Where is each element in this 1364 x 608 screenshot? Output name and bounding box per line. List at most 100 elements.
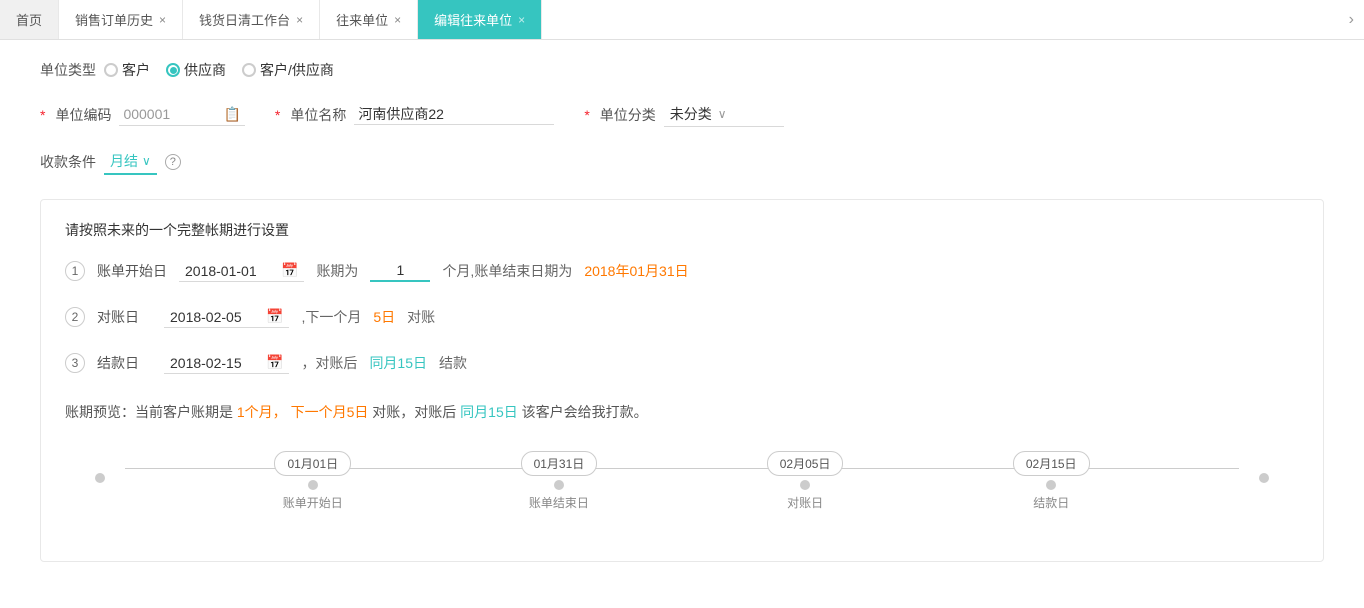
tab-edit-partner-close[interactable]: × bbox=[518, 13, 525, 27]
timeline-point-3: 02月05日 对账日 bbox=[767, 451, 844, 511]
timeline-desc-1: 账单开始日 bbox=[283, 494, 343, 511]
tab-partner-close[interactable]: × bbox=[394, 13, 401, 27]
timeline-desc-4: 结款日 bbox=[1033, 494, 1069, 511]
period-row-1-cal-icon[interactable]: 📅 bbox=[281, 262, 298, 279]
unit-code-star: * bbox=[40, 107, 45, 123]
timeline-desc-2: 账单结束日 bbox=[529, 494, 589, 511]
unit-type-row: 单位类型 客户 供应商 客户/供应商 bbox=[40, 60, 1324, 80]
period-row-2: 2 对账日 📅 ,下一个月 5日 对账 bbox=[65, 306, 1299, 328]
period-row-1-date-input[interactable] bbox=[185, 263, 275, 279]
unit-info-row: * 单位编码 📋 * 单位名称 * 单位分类 未分类 ∨ bbox=[40, 102, 1324, 127]
period-row-3-label: 结款日 bbox=[97, 353, 152, 373]
period-row-2-label: 对账日 bbox=[97, 307, 152, 327]
timeline-label-4: 02月15日 bbox=[1013, 451, 1090, 476]
preview-mid: 对账，对账后 bbox=[372, 404, 456, 420]
tab-home[interactable]: 首页 bbox=[0, 0, 59, 39]
period-row-2-highlight-day: 5日 bbox=[373, 307, 395, 327]
timeline-label-2: 01月31日 bbox=[521, 451, 598, 476]
radio-supplier-label: 供应商 bbox=[184, 60, 226, 80]
unit-code-input[interactable] bbox=[123, 106, 223, 122]
timeline-point-4: 02月15日 结款日 bbox=[1013, 451, 1090, 511]
period-row-3: 3 结款日 📅 ，对账后 同月15日 结款 bbox=[65, 352, 1299, 374]
preview-section: 账期预览：当前客户账期是 1个月， 下一个月5日 对账，对账后 同月15日 该客… bbox=[65, 384, 1299, 441]
period-row-2-cal-icon[interactable]: 📅 bbox=[266, 308, 283, 325]
timeline-point-2: 01月31日 账单结束日 bbox=[521, 451, 598, 511]
unit-category-label: 单位分类 bbox=[600, 105, 656, 125]
unit-name-input[interactable] bbox=[354, 104, 554, 125]
tab-cash-work-label: 钱货日清工作台 bbox=[199, 10, 290, 29]
payment-value: 月结 bbox=[110, 151, 138, 171]
payment-chevron: ∨ bbox=[142, 154, 151, 168]
help-icon[interactable]: ? bbox=[165, 154, 181, 170]
period-row-2-date-input[interactable] bbox=[170, 309, 260, 325]
tab-edit-partner-label: 编辑往来单位 bbox=[434, 10, 512, 29]
preview-end: 该客户会给我打款。 bbox=[522, 404, 648, 420]
tab-bar: 首页 销售订单历史 × 钱货日清工作台 × 往来单位 × 编辑往来单位 × › bbox=[0, 0, 1364, 40]
tab-home-label: 首页 bbox=[16, 10, 42, 29]
timeline-label-3: 02月05日 bbox=[767, 451, 844, 476]
tab-sales-history-label: 销售订单历史 bbox=[75, 10, 153, 29]
unit-code-label: 单位编码 bbox=[55, 105, 111, 125]
period-card: 请按照未来的一个完整帐期进行设置 1 账单开始日 📅 账期为 个月,账单结束日期… bbox=[40, 199, 1324, 562]
period-row-3-cal-icon[interactable]: 📅 bbox=[266, 354, 283, 371]
period-row-1-month-unit: 个月,账单结束日期为 bbox=[442, 261, 572, 281]
tab-sales-history-close[interactable]: × bbox=[159, 13, 166, 27]
preview-part3: 同月15日 bbox=[460, 404, 518, 420]
unit-name-star: * bbox=[275, 107, 280, 123]
period-row-1: 1 账单开始日 📅 账期为 个月,账单结束日期为 2018年01月31日 bbox=[65, 260, 1299, 282]
unit-type-group: 单位类型 客户 供应商 客户/供应商 bbox=[40, 60, 334, 80]
unit-category-star: * bbox=[584, 107, 589, 123]
timeline-points: 01月01日 账单开始日 01月31日 账单结束日 02月05日 对账日 02月… bbox=[95, 451, 1269, 511]
radio-customer-label: 客户 bbox=[122, 60, 150, 80]
payment-row: 收款条件 月结 ∨ ? bbox=[40, 149, 1324, 175]
payment-label: 收款条件 bbox=[40, 152, 96, 172]
period-row-2-date-wrapper: 📅 bbox=[164, 306, 289, 328]
unit-category-group: * 单位分类 未分类 ∨ bbox=[584, 102, 783, 127]
period-title: 请按照未来的一个完整帐期进行设置 bbox=[65, 220, 1299, 240]
tab-sales-history[interactable]: 销售订单历史 × bbox=[59, 0, 183, 39]
radio-supplier-circle bbox=[166, 63, 180, 77]
tab-partner[interactable]: 往来单位 × bbox=[320, 0, 418, 39]
main-content: 单位类型 客户 供应商 客户/供应商 * 单位编码 bbox=[0, 40, 1364, 608]
radio-both[interactable]: 客户/供应商 bbox=[242, 60, 334, 80]
preview-part1: 1个月， bbox=[237, 404, 287, 420]
timeline-dot-3 bbox=[800, 480, 810, 490]
period-row-3-date-wrapper: 📅 bbox=[164, 352, 289, 374]
unit-category-select[interactable]: 未分类 ∨ bbox=[664, 102, 784, 127]
radio-customer-circle bbox=[104, 63, 118, 77]
tab-arrow[interactable]: › bbox=[1339, 0, 1364, 39]
tab-partner-label: 往来单位 bbox=[336, 10, 388, 29]
radio-both-circle bbox=[242, 63, 256, 77]
timeline-dot-1 bbox=[308, 480, 318, 490]
timeline-dot-2 bbox=[554, 480, 564, 490]
unit-category-chevron: ∨ bbox=[718, 107, 727, 121]
radio-group: 客户 供应商 客户/供应商 bbox=[104, 60, 334, 80]
period-row-2-number: 2 bbox=[65, 307, 85, 327]
period-row-1-number: 1 bbox=[65, 261, 85, 281]
period-row-1-month-input[interactable] bbox=[370, 260, 430, 282]
timeline-dot-4 bbox=[1046, 480, 1056, 490]
tab-cash-work[interactable]: 钱货日清工作台 × bbox=[183, 0, 320, 39]
preview-label: 账期预览：当前客户账期是 bbox=[65, 404, 233, 420]
radio-customer[interactable]: 客户 bbox=[104, 60, 150, 80]
unit-name-label: 单位名称 bbox=[290, 105, 346, 125]
period-row-1-highlight-date: 2018年01月31日 bbox=[584, 261, 688, 281]
period-row-2-suffix: 对账 bbox=[407, 307, 435, 327]
payment-select[interactable]: 月结 ∨ bbox=[104, 149, 157, 175]
timeline-desc-3: 对账日 bbox=[787, 494, 823, 511]
timeline-right-end-dot bbox=[1259, 473, 1269, 483]
radio-supplier[interactable]: 供应商 bbox=[166, 60, 226, 80]
period-row-3-prefix: ，对账后 bbox=[301, 353, 357, 373]
timeline-section: 01月01日 账单开始日 01月31日 账单结束日 02月05日 对账日 02月… bbox=[65, 441, 1299, 541]
tab-edit-partner[interactable]: 编辑往来单位 × bbox=[418, 0, 542, 39]
unit-code-group: * 单位编码 📋 bbox=[40, 104, 245, 126]
unit-code-doc-icon[interactable]: 📋 bbox=[223, 106, 240, 123]
unit-name-group: * 单位名称 bbox=[275, 104, 554, 125]
payment-group: 收款条件 月结 ∨ ? bbox=[40, 149, 181, 175]
period-row-2-prefix: ,下一个月 bbox=[301, 307, 361, 327]
tab-cash-work-close[interactable]: × bbox=[296, 13, 303, 27]
unit-type-label: 单位类型 bbox=[40, 60, 96, 80]
preview-part2: 下一个月5日 bbox=[291, 404, 369, 420]
period-row-3-date-input[interactable] bbox=[170, 355, 260, 371]
period-row-3-suffix: 结款 bbox=[439, 353, 467, 373]
